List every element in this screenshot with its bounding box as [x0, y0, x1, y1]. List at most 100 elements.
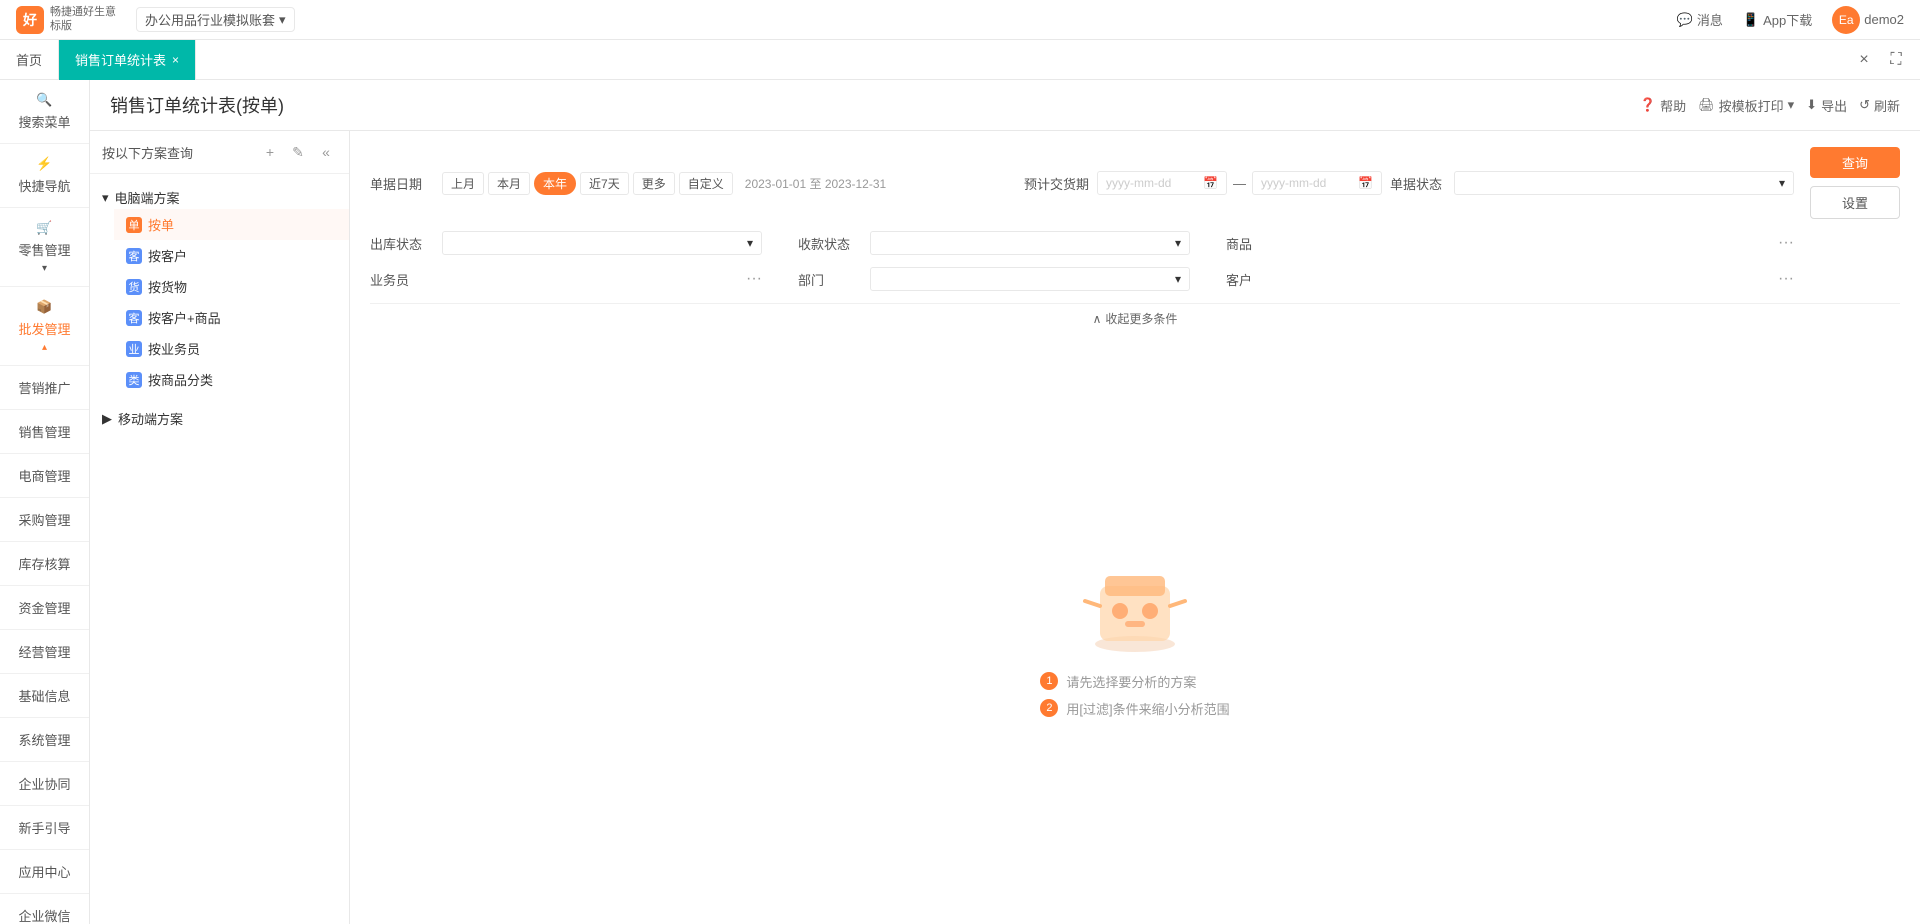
sidebar-item-purchase[interactable]: 采购管理 [0, 498, 89, 542]
scheme-item-by-customer-goods[interactable]: 客 按客户+商品 [114, 302, 349, 333]
scheme-item-by-customer[interactable]: 客 按客户 [114, 240, 349, 271]
chevron-down-icon: ▾ [1175, 272, 1181, 286]
expected-date-label: 预计交货期 [1024, 174, 1089, 193]
sidebar-item-quick-nav[interactable]: ⚡ 快捷导航 [0, 144, 89, 208]
tab-bar: 首页 销售订单统计表 × × ⛶ [0, 40, 1920, 80]
tab-sales-order-stats[interactable]: 销售订单统计表 × [59, 40, 196, 80]
filter-row-2: 出库状态 ▾ 收款状态 ▾ 商品 ··· [370, 231, 1900, 255]
sidebar-item-search[interactable]: 🔍 搜索菜单 [0, 80, 89, 144]
scheme-icon: 类 [126, 372, 142, 388]
sidebar-item-inventory[interactable]: 库存核算 [0, 542, 89, 586]
filter-row-3: 业务员 ··· 部门 ▾ 客户 ··· [370, 267, 1900, 291]
content-area: 销售订单统计表(按单) ❓ 帮助 🖨 按模板打印 ▾ ⬇ 导出 ↺ 刷新 [90, 80, 1920, 924]
page-title: 销售订单统计表(按单) [110, 92, 284, 118]
tab-close-icon[interactable]: × [172, 53, 179, 67]
shipment-status-select[interactable]: ▾ [442, 231, 762, 255]
sidebar-item-enterprise[interactable]: 企业协同 [0, 762, 89, 806]
goods-more-button[interactable]: ··· [1778, 234, 1794, 252]
pc-section-header: ▾ 电脑端方案 [90, 182, 349, 209]
user-menu[interactable]: Ea demo2 [1832, 6, 1904, 34]
sidebar-item-finance[interactable]: 资金管理 [0, 586, 89, 630]
date-range-text: 2023-01-01 至 2023-12-31 [745, 175, 886, 192]
collapse-filter-button[interactable]: ∧ 收起更多条件 [370, 303, 1900, 333]
print-template-button[interactable]: 🖨 按模板打印 ▾ [1698, 96, 1794, 115]
sidebar-item-wholesale[interactable]: 📦 批发管理 ▴ [0, 287, 89, 366]
add-scheme-button[interactable]: + [259, 141, 281, 163]
logo-text: 畅捷通好生意 标版 [50, 6, 116, 32]
date-btn-this-year[interactable]: 本年 [534, 172, 576, 195]
date-filter-label: 单据日期 [370, 174, 426, 193]
query-button[interactable]: 查询 [1810, 147, 1900, 178]
calendar-icon: 📅 [1203, 176, 1218, 190]
tab-controls: × ⛶ [1852, 48, 1920, 72]
tip-num-1: 1 [1040, 672, 1058, 690]
sidebar-item-sales[interactable]: 销售管理 [0, 410, 89, 454]
message-icon: 💬 [1677, 12, 1693, 28]
sidebar-item-retail[interactable]: 🛒 零售管理 ▾ [0, 208, 89, 287]
scheme-item-by-goods[interactable]: 货 按货物 [114, 271, 349, 302]
chevron-down-icon: ▾ [1779, 176, 1785, 190]
shipment-status-label: 出库状态 [370, 234, 426, 253]
collapse-panel-button[interactable]: « [315, 141, 337, 163]
message-button[interactable]: 💬 消息 [1677, 10, 1723, 29]
sidebar-item-newbie[interactable]: 新手引导 [0, 806, 89, 850]
chevron-down-icon: ▾ [279, 12, 286, 28]
date-btn-last-7-days[interactable]: 近7天 [580, 172, 629, 195]
payment-status-select[interactable]: ▾ [870, 231, 1190, 255]
date-btn-custom[interactable]: 自定义 [679, 172, 733, 195]
company-selector[interactable]: 办公用品行业模拟账套 ▾ [136, 7, 295, 32]
panel-title: 按以下方案查询 [102, 143, 193, 162]
help-button[interactable]: ❓ 帮助 [1640, 96, 1686, 115]
order-status-select[interactable]: ▾ [1454, 171, 1794, 195]
expected-date-start-input[interactable]: yyyy-mm-dd 📅 [1097, 171, 1227, 195]
sidebar-item-ecommerce[interactable]: 电商管理 [0, 454, 89, 498]
main-layout: 🔍 搜索菜单 ⚡ 快捷导航 🛒 零售管理 ▾ 📦 批发管理 ▴ 营销推广 销售管… [0, 80, 1920, 924]
expected-date-end-input[interactable]: yyyy-mm-dd 📅 [1252, 171, 1382, 195]
empty-state: 1 请先选择要分析的方案 2 用[过滤]条件来缩小分析范围 [350, 349, 1920, 924]
help-icon: ❓ [1640, 97, 1656, 113]
goods-label: 商品 [1226, 234, 1282, 253]
panel-header: 按以下方案查询 + ✎ « [90, 131, 349, 174]
date-btn-more[interactable]: 更多 [633, 172, 675, 195]
empty-illustration [1075, 556, 1195, 656]
sidebar-item-operations[interactable]: 经营管理 [0, 630, 89, 674]
dept-label: 部门 [798, 270, 854, 289]
content-body: 按以下方案查询 + ✎ « ▾ 电脑端方案 单 按单 [90, 131, 1920, 924]
scheme-item-by-order[interactable]: 单 按单 [114, 209, 349, 240]
app-download-button[interactable]: 📱 App下载 [1743, 10, 1812, 29]
scheme-item-by-category[interactable]: 类 按商品分类 [114, 364, 349, 395]
fullscreen-button[interactable]: ⛶ [1884, 48, 1908, 72]
edit-scheme-button[interactable]: ✎ [287, 141, 309, 163]
dept-select[interactable]: ▾ [870, 267, 1190, 291]
customer-more-button[interactable]: ··· [1778, 270, 1794, 288]
chevron-down-icon: ▾ [747, 236, 753, 250]
settings-button[interactable]: 设置 [1810, 186, 1900, 219]
empty-tip-1: 1 请先选择要分析的方案 [1040, 672, 1229, 691]
date-btn-this-month[interactable]: 本月 [488, 172, 530, 195]
close-all-tabs-button[interactable]: × [1852, 48, 1876, 72]
scheme-panel: 按以下方案查询 + ✎ « ▾ 电脑端方案 单 按单 [90, 131, 350, 924]
sidebar-item-marketing[interactable]: 营销推广 [0, 366, 89, 410]
quick-nav-icon: ⚡ [36, 156, 52, 172]
chevron-down-icon: ▾ [42, 263, 47, 274]
export-button[interactable]: ⬇ 导出 [1806, 96, 1847, 115]
sidebar-item-base-info[interactable]: 基础信息 [0, 674, 89, 718]
date-btn-last-month[interactable]: 上月 [442, 172, 484, 195]
sidebar-item-system[interactable]: 系统管理 [0, 718, 89, 762]
scheme-icon: 单 [126, 217, 142, 233]
empty-tips: 1 请先选择要分析的方案 2 用[过滤]条件来缩小分析范围 [1040, 672, 1229, 718]
sidebar-item-app-center[interactable]: 应用中心 [0, 850, 89, 894]
right-content: 单据日期 上月 本月 本年 近7天 更多 自定义 2023-01-01 至 20… [350, 131, 1920, 924]
logo-icon: 好 [16, 6, 44, 34]
page-header: 销售订单统计表(按单) ❓ 帮助 🖨 按模板打印 ▾ ⬇ 导出 ↺ 刷新 [90, 80, 1920, 131]
scheme-item-by-salesman[interactable]: 业 按业务员 [114, 333, 349, 364]
customer-label: 客户 [1226, 270, 1282, 289]
sidebar-item-wechat[interactable]: 企业微信 [0, 894, 89, 924]
refresh-button[interactable]: ↺ 刷新 [1859, 96, 1900, 115]
tab-home[interactable]: 首页 [0, 40, 59, 80]
salesman-more-button[interactable]: ··· [746, 270, 762, 288]
panel-toolbar: + ✎ « [259, 141, 337, 163]
page-actions: ❓ 帮助 🖨 按模板打印 ▾ ⬇ 导出 ↺ 刷新 [1640, 96, 1900, 115]
tip-num-2: 2 [1040, 699, 1058, 717]
wholesale-icon: 📦 [36, 299, 52, 315]
